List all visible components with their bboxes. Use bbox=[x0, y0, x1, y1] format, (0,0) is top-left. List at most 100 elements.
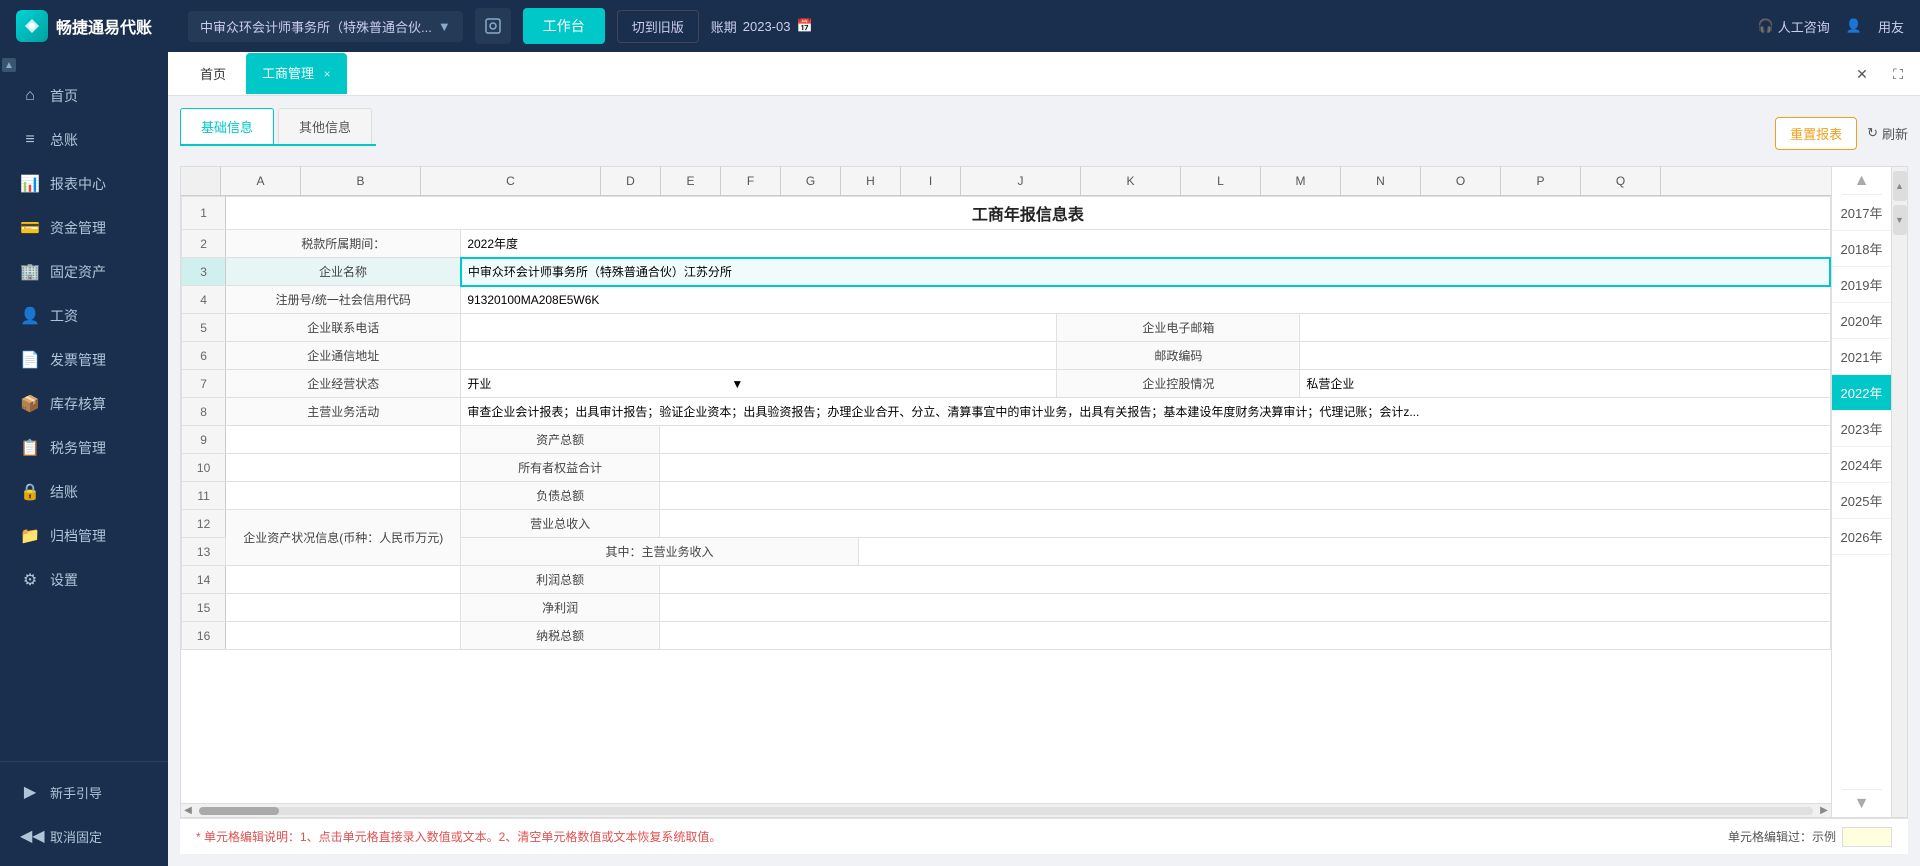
sidebar-label-inventory: 库存核算 bbox=[50, 394, 106, 414]
sidebar-item-guide[interactable]: ▶ 新手引导 bbox=[0, 770, 168, 814]
h-scroll-track[interactable] bbox=[199, 807, 1813, 815]
calendar-icon[interactable]: 📅 bbox=[796, 18, 812, 34]
user-service[interactable]: 🎧 人工咨询 bbox=[1758, 17, 1830, 36]
cell-2-value[interactable]: 2022年度 bbox=[461, 230, 1830, 258]
cell-16-label: 纳税总额 bbox=[461, 622, 660, 650]
year-item-2018[interactable]: 2018年 bbox=[1832, 231, 1891, 267]
scroll-left-arrow[interactable]: ◀ bbox=[181, 804, 195, 818]
sidebar-item-closing[interactable]: 🔒 结账 bbox=[0, 470, 168, 514]
window-expand-button[interactable]: ⛶ bbox=[1884, 60, 1912, 88]
sidebar-item-inventory[interactable]: 📦 库存核算 bbox=[0, 382, 168, 426]
cell-14-label: 利润总额 bbox=[461, 566, 660, 594]
sub-tab-basic[interactable]: 基础信息 bbox=[180, 108, 274, 144]
cell-12-value[interactable] bbox=[660, 510, 1830, 538]
year-item-2017[interactable]: 2017年 bbox=[1832, 195, 1891, 231]
invoice-icon: 📄 bbox=[20, 350, 40, 370]
sidebar-item-tax[interactable]: 📋 税务管理 bbox=[0, 426, 168, 470]
cell-16-value[interactable] bbox=[660, 622, 1830, 650]
cell-3-label: 企业名称 bbox=[226, 258, 461, 286]
col-header-E: E bbox=[661, 167, 721, 195]
cell-7-holding[interactable]: 私营企业 bbox=[1300, 370, 1830, 398]
scroll-right-arrow[interactable]: ▶ bbox=[1817, 804, 1831, 818]
cell-11-value[interactable] bbox=[660, 482, 1830, 510]
app-logo: 畅捷通易代账 bbox=[16, 10, 176, 42]
sidebar-item-home[interactable]: ⌂ 首页 bbox=[0, 74, 168, 118]
cell-7-status[interactable]: 开业 ▼ bbox=[461, 370, 1057, 398]
cell-6-zip[interactable] bbox=[1300, 342, 1830, 370]
sidebar-item-invoice[interactable]: 📄 发票管理 bbox=[0, 338, 168, 382]
sub-tab-other[interactable]: 其他信息 bbox=[278, 108, 372, 144]
cell-5-email[interactable] bbox=[1300, 314, 1830, 342]
year-item-2021[interactable]: 2021年 bbox=[1832, 339, 1891, 375]
year-item-2019[interactable]: 2019年 bbox=[1832, 267, 1891, 303]
tab-active[interactable]: 工商管理 × bbox=[246, 53, 347, 94]
cell-12-group-label: 企业资产状况信息(币种：人民币万元) bbox=[226, 510, 461, 566]
tab-close-button[interactable]: × bbox=[324, 67, 331, 81]
collapse-up-button[interactable]: ▲ bbox=[1893, 171, 1907, 201]
row-num-10: 10 bbox=[182, 454, 226, 482]
horizontal-scrollbar[interactable]: ◀ ▶ bbox=[181, 803, 1831, 817]
sidebar-label-settings: 设置 bbox=[50, 570, 78, 590]
old-version-button[interactable]: 切到旧版 bbox=[617, 10, 699, 43]
cell-5-email-label: 企业电子邮箱 bbox=[1057, 314, 1300, 342]
year-scroll-down[interactable]: ▼ bbox=[1842, 789, 1882, 817]
spreadsheet-inner: A B C D E F G H I J K L M N O bbox=[181, 167, 1831, 817]
year-item-2024[interactable]: 2024年 bbox=[1832, 447, 1891, 483]
year-item-2023[interactable]: 2023年 bbox=[1832, 411, 1891, 447]
cell-9-value[interactable] bbox=[660, 426, 1830, 454]
company-selector[interactable]: 中审众环会计师事务所（特殊普通合伙... ▼ bbox=[188, 11, 463, 42]
sidebar-label-ledger: 总账 bbox=[50, 130, 78, 150]
sidebar-item-payroll[interactable]: 👤 工资 bbox=[0, 294, 168, 338]
row-num-9: 9 bbox=[182, 426, 226, 454]
row-num: 1 bbox=[182, 197, 226, 230]
table-scroll-area[interactable]: 1 工商年报信息表 2 税款所属期间： 2022年度 3 bbox=[181, 196, 1831, 803]
home-icon: ⌂ bbox=[20, 87, 40, 105]
tab-home[interactable]: 首页 bbox=[184, 54, 242, 93]
sidebar-item-fixed-assets[interactable]: 🏢 固定资产 bbox=[0, 250, 168, 294]
sidebar-item-unpin[interactable]: ◀◀ 取消固定 bbox=[0, 814, 168, 858]
year-item-2020[interactable]: 2020年 bbox=[1832, 303, 1891, 339]
sidebar-label-tax: 税务管理 bbox=[50, 438, 106, 458]
cell-3-value[interactable]: 中审众环会计师事务所（特殊普通合伙）江苏分所 bbox=[461, 258, 1830, 286]
cell-10-value[interactable] bbox=[660, 454, 1830, 482]
collapse-down-button[interactable]: ▼ bbox=[1893, 205, 1907, 235]
row-num-7: 7 bbox=[182, 370, 226, 398]
cell-6-addr[interactable] bbox=[461, 342, 1057, 370]
cell-5-phone[interactable] bbox=[461, 314, 1057, 342]
col-header-H: H bbox=[841, 167, 901, 195]
sidebar-scroll-up[interactable]: ▲ bbox=[2, 58, 16, 72]
cell-13-value[interactable] bbox=[858, 538, 1830, 566]
sidebar-item-archive[interactable]: 📁 归档管理 bbox=[0, 514, 168, 558]
column-headers: A B C D E F G H I J K L M N O bbox=[181, 167, 1831, 196]
sidebar-item-reports[interactable]: 📊 报表中心 bbox=[0, 162, 168, 206]
workbench-button[interactable]: 工作台 bbox=[523, 8, 605, 44]
year-item-2025[interactable]: 2025年 bbox=[1832, 483, 1891, 519]
sidebar-item-settings[interactable]: ⚙ 设置 bbox=[0, 558, 168, 602]
sub-tab-other-label: 其他信息 bbox=[299, 120, 351, 135]
app-name: 畅捷通易代账 bbox=[56, 14, 152, 38]
cell-8-value[interactable]: 审查企业会计报表；出具审计报告；验证企业资本；出具验资报告；办理企业合开、分立、… bbox=[461, 398, 1830, 426]
sidebar-item-general-ledger[interactable]: ≡ 总账 bbox=[0, 118, 168, 162]
window-close-button[interactable]: ✕ bbox=[1848, 60, 1876, 88]
sidebar-label-unpin: 取消固定 bbox=[50, 827, 102, 846]
year-scroll-up[interactable]: ▲ bbox=[1842, 167, 1882, 195]
cell-11-empty bbox=[226, 482, 461, 510]
inventory-icon: 📦 bbox=[20, 394, 40, 414]
caret-icon: ▼ bbox=[438, 19, 451, 34]
sidebar-item-finance[interactable]: 💳 资金管理 bbox=[0, 206, 168, 250]
year-item-2026[interactable]: 2026年 bbox=[1832, 519, 1891, 555]
table-row: 11 负债总额 bbox=[182, 482, 1831, 510]
sidebar-label-assets: 固定资产 bbox=[50, 262, 106, 282]
company-icon-btn[interactable] bbox=[475, 8, 511, 44]
h-scroll-handle[interactable] bbox=[199, 807, 279, 815]
cell-4-value[interactable]: 91320100MA208E5W6K bbox=[461, 286, 1830, 314]
table-row-selected: 3 企业名称 中审众环会计师事务所（特殊普通合伙）江苏分所 bbox=[182, 258, 1831, 286]
title-cell[interactable]: 工商年报信息表 bbox=[226, 197, 1830, 230]
row-num-13: 13 bbox=[182, 538, 226, 566]
year-item-2022[interactable]: 2022年 bbox=[1832, 375, 1891, 411]
cell-15-value[interactable] bbox=[660, 594, 1830, 622]
cell-14-value[interactable] bbox=[660, 566, 1830, 594]
row-num-6: 6 bbox=[182, 342, 226, 370]
reset-report-button[interactable]: 重置报表 bbox=[1775, 117, 1857, 150]
refresh-button[interactable]: ↻ 刷新 bbox=[1867, 124, 1908, 143]
